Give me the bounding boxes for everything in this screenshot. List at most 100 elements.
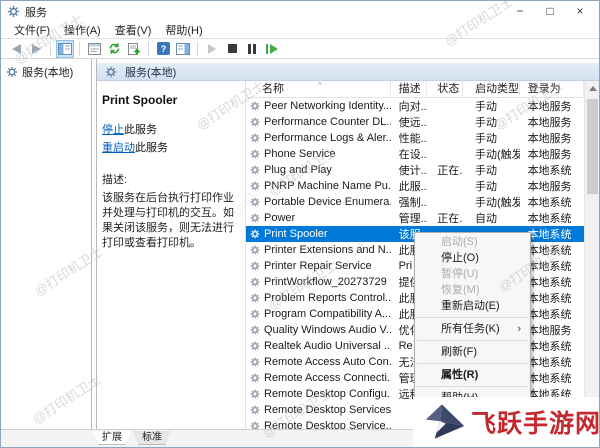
export-list-button[interactable] [125, 40, 143, 58]
menu-action[interactable]: 操作(A) [57, 22, 108, 38]
context-menu: 启动(S) 停止(O) 暂停(U) 恢复(M) 重新启动(E) 所有任务(K) › 刷新(F)… [414, 232, 531, 408]
service-gear-icon [250, 309, 260, 319]
column-header-0[interactable]: 名称 ^ [246, 81, 391, 97]
console-tree-icon [58, 42, 72, 55]
logon-as-cell: 本地系统 [527, 197, 572, 209]
logon-as-cell: 本地服务 [527, 181, 572, 193]
context-menu-item-restart[interactable]: 重新启动(E) [415, 298, 530, 314]
table-row[interactable]: Portable Device Enumera... 强制... 手动(触发... 本… [246, 194, 584, 210]
show-action-pane-button[interactable] [174, 40, 192, 58]
refresh-button[interactable] [105, 40, 123, 58]
service-gear-icon [250, 293, 260, 303]
selected-service-name: Print Spooler [102, 93, 178, 107]
description-cell: 此服... [398, 181, 428, 193]
table-row[interactable]: Plug and Play 使计... 正在... 手动 本地系统 [246, 162, 584, 178]
stop-service-link-row: 停止此服务 [102, 121, 241, 137]
startup-type-cell: 手动 [475, 133, 498, 145]
tab-extended[interactable]: 扩展 [93, 431, 131, 445]
description-cell: 使远... [398, 117, 428, 129]
table-row[interactable]: Peer Networking Identity... 向对... 手动 本地服务 [246, 98, 584, 114]
restart-service-button[interactable] [263, 40, 281, 58]
service-gear-icon [250, 277, 260, 287]
start-service-button[interactable] [203, 40, 221, 58]
scrollbar-thumb[interactable] [587, 99, 598, 194]
pause-service-button[interactable] [243, 40, 261, 58]
back-button[interactable] [7, 40, 25, 58]
menu-help[interactable]: 帮助(H) [158, 22, 209, 38]
stop-service-link[interactable]: 停止 [102, 124, 124, 136]
window-title: 服务 [25, 6, 47, 19]
restart-icon [266, 43, 278, 54]
menu-separator [417, 363, 528, 364]
column-header-1[interactable]: 描述 [391, 81, 428, 97]
name-cell: Remote Access Connecti... [246, 372, 391, 384]
status-cell: 正在... [437, 213, 463, 225]
context-menu-item-pause: 暂停(U) [441, 268, 479, 280]
help-icon: ? [156, 42, 170, 55]
service-gear-icon [250, 197, 260, 207]
name-cell: Printer Extensions and N... [246, 244, 391, 256]
restart-link-suffix: 此服务 [135, 142, 168, 154]
table-row[interactable]: Phone Service 在设... 手动(触发... 本地服务 [246, 146, 584, 162]
stop-icon [227, 44, 237, 53]
stop-service-button[interactable] [223, 40, 241, 58]
name-cell: Remote Desktop Configu... [246, 388, 391, 400]
help-button[interactable]: ? [154, 40, 172, 58]
name-cell: Portable Device Enumera... [246, 196, 391, 208]
startup-type-cell: 自动 [475, 213, 498, 225]
forward-button[interactable] [27, 40, 45, 58]
menu-file[interactable]: 文件(F) [7, 22, 57, 38]
logon-as-cell: 本地系统 [527, 165, 572, 177]
submenu-arrow-icon: › [517, 323, 521, 335]
name-cell: Problem Reports Control... [246, 292, 391, 304]
export-list-icon [127, 42, 140, 55]
logon-as-cell: 本地服务 [527, 117, 572, 129]
description-cell: 向对... [398, 101, 428, 113]
back-arrow-icon [11, 43, 21, 54]
site-logo: 飞跃手游网 [413, 397, 599, 447]
table-row[interactable]: Performance Logs & Aler... 性能... 手动 本地服务 [246, 130, 584, 146]
tree-item-services-local[interactable]: 服务(本地) [6, 64, 91, 80]
column-header-2[interactable]: 状态 [427, 81, 464, 97]
logon-as-cell: 本地服务 [527, 101, 572, 113]
maximize-button[interactable]: □ [535, 1, 565, 21]
context-menu-item-start: 启动(S) [441, 236, 478, 248]
action-pane-icon [176, 42, 190, 55]
table-row[interactable]: PNRP Machine Name Pu... 此服... 手动 本地服务 [246, 178, 584, 194]
close-button[interactable]: × [565, 1, 595, 21]
column-header-3[interactable]: 启动类型 [463, 81, 520, 97]
startup-type-cell: 手动(触发... [475, 197, 520, 209]
context-menu-item-stop[interactable]: 停止(O) [415, 250, 530, 266]
service-gear-icon [250, 373, 260, 383]
toolbar: ? [1, 38, 599, 59]
show-console-tree-button[interactable] [56, 39, 74, 58]
name-cell: Phone Service [246, 148, 391, 160]
startup-type-cell: 手动 [475, 181, 498, 193]
scroll-up-icon[interactable] [589, 86, 597, 91]
context-menu-item-all-tasks[interactable]: 所有任务(K) › [415, 321, 530, 337]
context-menu-item-resume: 恢复(M) [441, 284, 480, 296]
name-cell: PrintWorkflow_20273729 [246, 276, 391, 288]
vertical-scrollbar[interactable] [584, 81, 599, 431]
context-menu-item-refresh[interactable]: 刷新(F) [415, 344, 530, 360]
table-row[interactable]: Power 管理... 正在... 自动 本地系统 [246, 210, 584, 226]
minimize-button[interactable]: − [505, 1, 535, 21]
svg-text:?: ? [160, 44, 166, 54]
content-header-label: 服务(本地) [125, 66, 177, 79]
services-gear-icon [105, 66, 117, 77]
service-gear-icon [250, 261, 260, 271]
name-cell: PNRP Machine Name Pu... [246, 180, 391, 192]
properties-button[interactable] [85, 40, 103, 58]
restart-service-link[interactable]: 重启动 [102, 142, 135, 154]
column-header-4[interactable]: 登录为 [520, 81, 584, 97]
table-row[interactable]: Performance Counter DL... 使远... 手动 本地服务 [246, 114, 584, 130]
context-menu-item-properties[interactable]: 属性(R) [415, 367, 530, 383]
name-cell: Power [246, 212, 391, 224]
tab-standard[interactable]: 标准 [133, 431, 171, 445]
logon-as-cell: 本地系统 [527, 213, 572, 225]
logon-as-cell: 本地服务 [527, 149, 572, 161]
pause-icon [248, 43, 256, 54]
paper-airplane-icon [425, 404, 465, 439]
name-cell: Performance Logs & Aler... [246, 132, 391, 144]
menu-view[interactable]: 查看(V) [108, 22, 159, 38]
